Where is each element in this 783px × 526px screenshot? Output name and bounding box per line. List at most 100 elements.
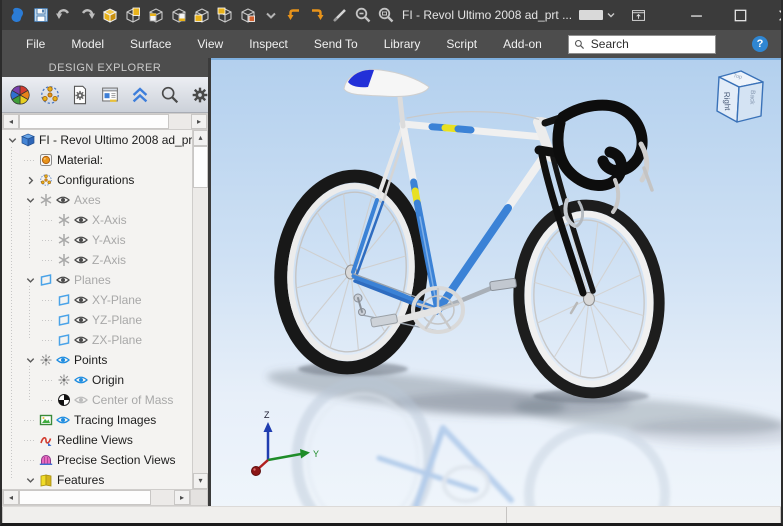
collapse-icon[interactable]: [24, 274, 36, 286]
eye-icon[interactable]: [72, 214, 89, 226]
chevron-down-button[interactable]: [259, 3, 282, 27]
cube-doc2-button[interactable]: [167, 3, 190, 27]
save-button[interactable]: [29, 3, 52, 27]
menu-file[interactable]: File: [13, 30, 58, 58]
color-wheel-button[interactable]: [6, 81, 33, 109]
corner-redo-button[interactable]: [305, 3, 328, 27]
app-button[interactable]: [6, 3, 29, 27]
cube-copy-button[interactable]: [213, 3, 236, 27]
tree-item-center-of-mass[interactable]: Center of Mass: [2, 390, 192, 410]
search-input[interactable]: [588, 36, 710, 52]
scroll-right-button[interactable]: ▸: [191, 114, 207, 129]
tree-item-tracing-images[interactable]: Tracing Images: [2, 410, 192, 430]
tree-item-precise-section-views[interactable]: Precise Section Views: [2, 450, 192, 470]
tree-item-material[interactable]: Material:: [2, 150, 192, 170]
collapse-icon[interactable]: [6, 134, 18, 146]
scroll-down-button[interactable]: ▾: [193, 473, 208, 489]
eye-icon[interactable]: [54, 414, 71, 426]
cube-save-button[interactable]: [190, 3, 213, 27]
settings-button[interactable]: [186, 81, 213, 109]
tree-item-xy-plane[interactable]: XY-Plane: [2, 290, 192, 310]
cube-new-button[interactable]: [98, 3, 121, 27]
scrollbar-track: [169, 114, 191, 129]
menu-view[interactable]: View: [184, 30, 236, 58]
collapse-icon[interactable]: [24, 354, 36, 366]
menu-library[interactable]: Library: [371, 30, 434, 58]
collapse-icon[interactable]: [24, 474, 36, 486]
help-button[interactable]: ?: [752, 36, 768, 52]
eye-icon[interactable]: [72, 314, 89, 326]
eye-icon[interactable]: [72, 394, 89, 406]
tree-item-points[interactable]: Points: [2, 350, 192, 370]
search-button[interactable]: [156, 81, 183, 109]
tree-vertical-scrollbar[interactable]: ▴ ▾: [192, 130, 208, 489]
tree-item-x-axis[interactable]: X-Axis: [2, 210, 192, 230]
scroll-left-button[interactable]: ◂: [3, 490, 19, 505]
maximize-button[interactable]: [718, 0, 762, 30]
scrollbar-thumb[interactable]: [193, 146, 208, 188]
document-settings-button[interactable]: [66, 81, 93, 109]
cube-x-button[interactable]: [236, 3, 259, 27]
tree-item-configurations[interactable]: Configurations: [2, 170, 192, 190]
corner-undo-button[interactable]: [282, 3, 305, 27]
close-button[interactable]: [762, 0, 781, 30]
scroll-right-button[interactable]: ▸: [174, 490, 190, 505]
tree-horizontal-scrollbar[interactable]: ◂ ▸: [2, 489, 190, 506]
view-cube-front-label[interactable]: Right: [722, 92, 732, 112]
redo-button[interactable]: [75, 3, 98, 27]
tree-connector: [42, 399, 54, 401]
tree-item-redline-views[interactable]: Redline Views: [2, 430, 192, 450]
menu-inspect[interactable]: Inspect: [236, 30, 301, 58]
menu-model[interactable]: Model: [58, 30, 117, 58]
menu-add-on[interactable]: Add-on: [490, 30, 555, 58]
cube-open-button[interactable]: [121, 3, 144, 27]
triad-y-label: Y: [313, 449, 319, 459]
scrollbar-thumb[interactable]: [19, 114, 169, 129]
menu-surface[interactable]: Surface: [117, 30, 184, 58]
explorer-horizontal-scrollbar-top[interactable]: ◂ ▸: [2, 113, 208, 130]
zoom-window-button[interactable]: [374, 3, 397, 27]
scrollbar-thumb[interactable]: [19, 490, 151, 505]
eye-icon[interactable]: [72, 374, 89, 386]
tree-connector: [42, 259, 54, 261]
menu-script[interactable]: Script: [433, 30, 490, 58]
cube-doc-button[interactable]: [144, 3, 167, 27]
zoom-out-button[interactable]: [351, 3, 374, 27]
document-switcher[interactable]: [579, 10, 616, 20]
eye-icon[interactable]: [72, 254, 89, 266]
scroll-up-button[interactable]: ▴: [193, 130, 208, 146]
bicycle-model-scene: Right Back Top Z Y: [211, 60, 781, 506]
view-cube-right-label[interactable]: Back: [748, 90, 756, 106]
tree-item-y-axis[interactable]: Y-Axis: [2, 230, 192, 250]
viewport-3d[interactable]: Right Back Top Z Y: [211, 58, 781, 506]
eye-icon[interactable]: [72, 334, 89, 346]
eye-icon[interactable]: [54, 274, 71, 286]
search-box[interactable]: [567, 34, 716, 54]
tree-connector: [24, 419, 36, 421]
minimize-button[interactable]: [674, 0, 718, 30]
eye-icon[interactable]: [54, 194, 71, 206]
eye-icon[interactable]: [54, 354, 71, 366]
expand-icon[interactable]: [24, 174, 36, 186]
scroll-left-button[interactable]: ◂: [3, 114, 19, 129]
tree-item-fi-revol-ultimo-2008-ad-prt[interactable]: FI - Revol Ultimo 2008 ad_prt: [2, 130, 192, 150]
view-cube[interactable]: Right Back Top: [716, 70, 764, 123]
tree-connector: [24, 439, 36, 441]
measure-button[interactable]: [328, 3, 351, 27]
tree-item-axes[interactable]: Axes: [2, 190, 192, 210]
tree-item-z-axis[interactable]: Z-Axis: [2, 250, 192, 270]
tree-item-features[interactable]: Features: [2, 470, 192, 489]
eye-icon[interactable]: [72, 294, 89, 306]
tree-item-yz-plane[interactable]: YZ-Plane: [2, 310, 192, 330]
collapse-icon[interactable]: [24, 194, 36, 206]
menu-send-to[interactable]: Send To: [301, 30, 371, 58]
eye-icon[interactable]: [72, 234, 89, 246]
collapse-all-button[interactable]: [126, 81, 153, 109]
undo-button[interactable]: [52, 3, 75, 27]
layout-button[interactable]: [96, 81, 123, 109]
tree-item-planes[interactable]: Planes: [2, 270, 192, 290]
viewport-toggle-button[interactable]: [616, 0, 660, 30]
tree-item-origin[interactable]: Origin: [2, 370, 192, 390]
configurations-button[interactable]: [36, 81, 63, 109]
tree-item-zx-plane[interactable]: ZX-Plane: [2, 330, 192, 350]
